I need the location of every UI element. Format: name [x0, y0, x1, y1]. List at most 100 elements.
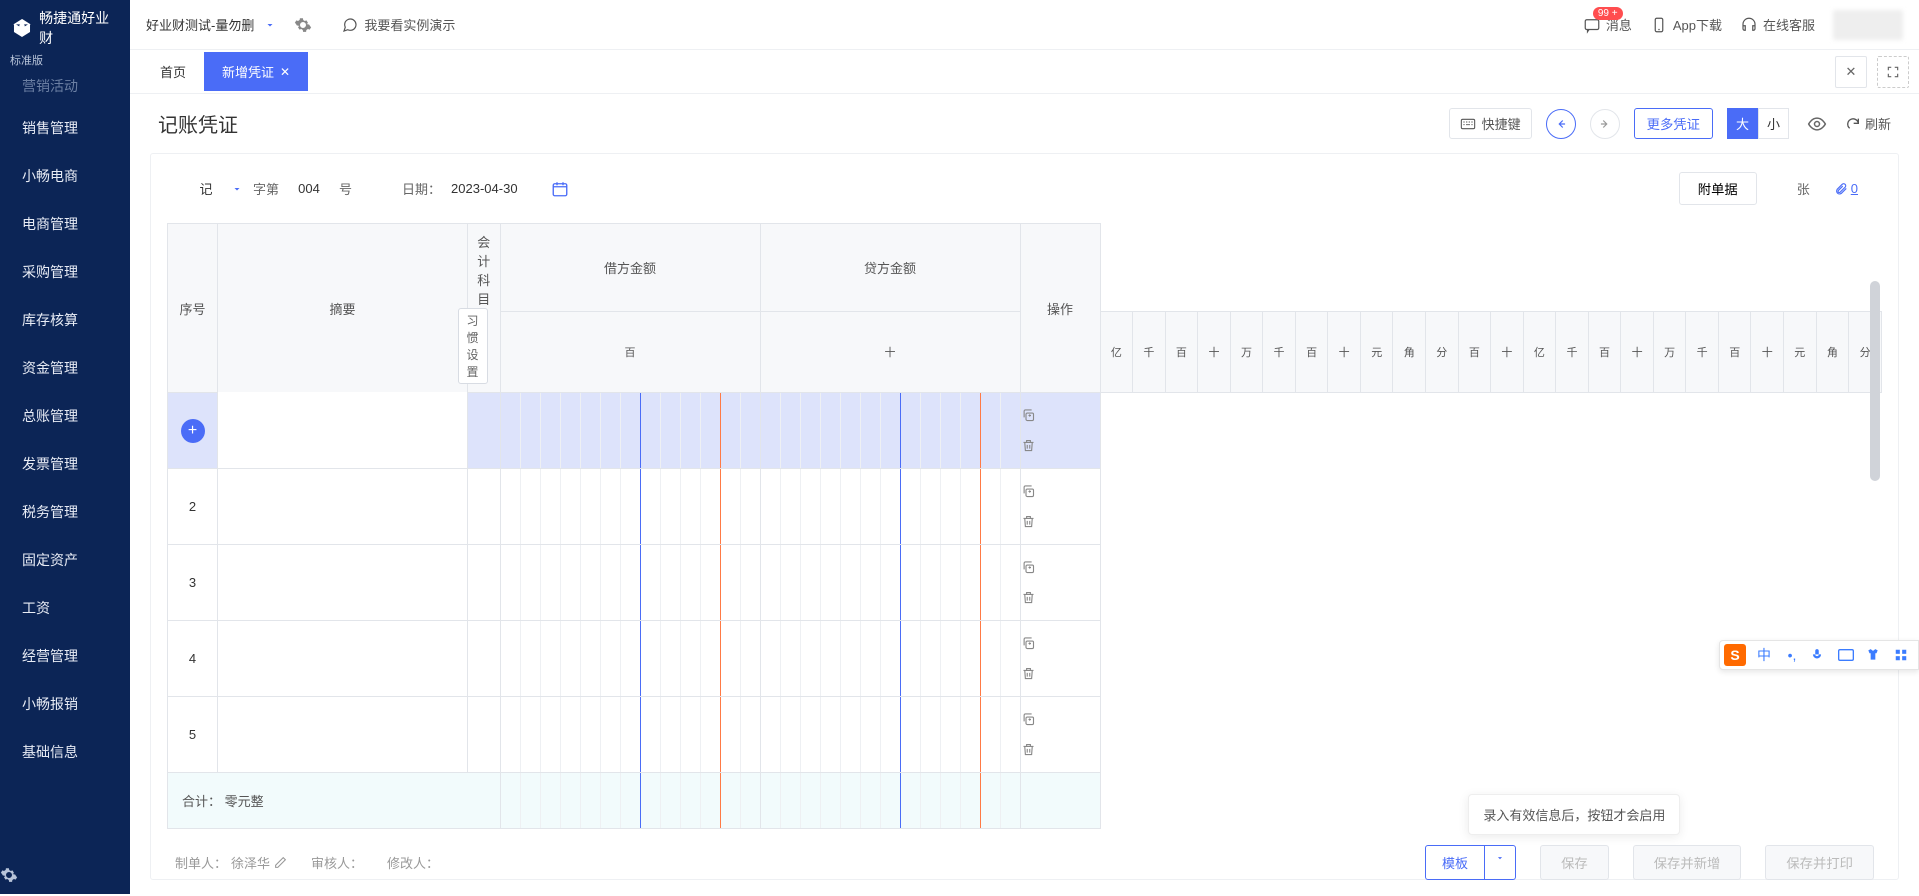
table-row[interactable]: 2: [168, 469, 1882, 545]
ime-keyboard-icon[interactable]: [1838, 649, 1858, 661]
template-button[interactable]: 模板: [1425, 845, 1516, 880]
ime-mic-icon[interactable]: [1810, 648, 1830, 662]
habit-settings-button[interactable]: 习惯设置: [458, 308, 488, 384]
edit-icon[interactable]: [274, 856, 287, 869]
copy-row-icon[interactable]: [1021, 712, 1100, 727]
settings-icon[interactable]: [294, 16, 312, 34]
chevron-down-icon[interactable]: [1484, 846, 1515, 879]
nav-item-reimburse[interactable]: 小畅报销: [0, 680, 130, 728]
tab-new-voucher[interactable]: 新增凭证 ✕: [204, 52, 308, 91]
close-icon[interactable]: ✕: [280, 65, 290, 79]
refresh-icon: [1845, 116, 1861, 132]
messages-button[interactable]: 99 + 消息: [1583, 15, 1632, 34]
view-button[interactable]: [1803, 110, 1831, 138]
copy-row-icon[interactable]: [1021, 636, 1100, 651]
user-avatar[interactable]: [1833, 10, 1903, 40]
sidebar-settings[interactable]: [0, 856, 130, 894]
delete-row-icon[interactable]: [1021, 514, 1100, 529]
nav-item-assets[interactable]: 固定资产: [0, 536, 130, 584]
close-tab-button[interactable]: ✕: [1835, 56, 1867, 88]
nav-item-salary[interactable]: 工资: [0, 584, 130, 632]
attach-button[interactable]: 附单据: [1679, 172, 1757, 205]
subject-cell[interactable]: [468, 545, 501, 621]
delete-row-icon[interactable]: [1021, 742, 1100, 757]
debit-cell[interactable]: [500, 393, 760, 469]
summary-cell[interactable]: [218, 621, 468, 697]
ime-grid-icon[interactable]: [1894, 648, 1914, 662]
next-button[interactable]: [1590, 109, 1620, 139]
summary-cell[interactable]: [218, 469, 468, 545]
subject-cell[interactable]: [468, 393, 501, 469]
arrow-right-icon: [1598, 117, 1612, 131]
refresh-button[interactable]: 刷新: [1845, 114, 1891, 133]
nav-item-operation[interactable]: 经营管理: [0, 632, 130, 680]
tooltip: 录入有效信息后，按钮才会启用: [1468, 794, 1680, 835]
debit-cell[interactable]: [500, 621, 760, 697]
size-big[interactable]: 大: [1727, 108, 1758, 139]
chevron-down-icon[interactable]: [231, 183, 243, 195]
nav-item-ecommerce[interactable]: 电商管理: [0, 200, 130, 248]
ime-shirt-icon[interactable]: [1866, 648, 1886, 662]
credit-cell[interactable]: [760, 393, 1020, 469]
copy-row-icon[interactable]: [1021, 560, 1100, 575]
download-button[interactable]: App下载: [1650, 15, 1722, 34]
nav-item-invoice[interactable]: 发票管理: [0, 440, 130, 488]
ime-toolbar[interactable]: S 中 •,: [1719, 640, 1919, 670]
summary-cell[interactable]: [218, 393, 468, 469]
nav-item-funds[interactable]: 资金管理: [0, 344, 130, 392]
voucher-date[interactable]: 2023-04-30: [451, 181, 541, 196]
org-selector[interactable]: 好业财测试-量勿删: [146, 15, 276, 34]
download-label: App下载: [1673, 15, 1722, 34]
shortcut-button[interactable]: 快捷键: [1449, 108, 1532, 139]
summary-cell[interactable]: [218, 545, 468, 621]
th-subject: 会计科目 习惯设置: [468, 224, 501, 393]
fullscreen-button[interactable]: [1877, 56, 1909, 88]
tab-home[interactable]: 首页: [142, 52, 204, 91]
credit-cell[interactable]: [760, 545, 1020, 621]
credit-cell[interactable]: [760, 621, 1020, 697]
nav-item-basic[interactable]: 基础信息: [0, 728, 130, 776]
prev-button[interactable]: [1546, 109, 1576, 139]
debit-cell[interactable]: [500, 469, 760, 545]
voucher-type[interactable]: 记: [191, 177, 221, 201]
arrow-left-icon: [1554, 117, 1568, 131]
summary-input[interactable]: [218, 392, 467, 467]
calendar-icon[interactable]: [551, 180, 569, 198]
nav-item-inventory[interactable]: 库存核算: [0, 296, 130, 344]
nav-item-tax[interactable]: 税务管理: [0, 488, 130, 536]
scrollbar[interactable]: [1870, 281, 1880, 481]
more-vouchers-button[interactable]: 更多凭证: [1634, 108, 1713, 139]
ime-punct-icon[interactable]: •,: [1782, 647, 1802, 663]
subject-cell[interactable]: [468, 621, 501, 697]
delete-row-icon[interactable]: [1021, 666, 1100, 681]
summary-cell[interactable]: [218, 697, 468, 773]
copy-row-icon[interactable]: [1021, 484, 1100, 499]
subject-cell[interactable]: [468, 697, 501, 773]
nav-item-ecommerce-xc[interactable]: 小畅电商: [0, 152, 130, 200]
size-small[interactable]: 小: [1758, 108, 1789, 139]
subject-cell[interactable]: [468, 469, 501, 545]
attachment-link[interactable]: 0: [1834, 181, 1858, 196]
table-row[interactable]: 5: [168, 697, 1882, 773]
demo-link[interactable]: 我要看实例演示: [342, 15, 455, 34]
digit-header: 万: [1653, 312, 1686, 393]
table-row[interactable]: +: [168, 393, 1882, 469]
table-row[interactable]: 3: [168, 545, 1882, 621]
ime-lang[interactable]: 中: [1754, 645, 1774, 665]
delete-row-icon[interactable]: [1021, 438, 1100, 453]
credit-cell[interactable]: [760, 469, 1020, 545]
digit-header: 亿: [1523, 312, 1556, 393]
delete-row-icon[interactable]: [1021, 590, 1100, 605]
voucher-number[interactable]: 004: [289, 181, 329, 196]
add-row-button[interactable]: +: [181, 419, 205, 443]
nav-item-purchase[interactable]: 采购管理: [0, 248, 130, 296]
nav-item-sales[interactable]: 销售管理: [0, 104, 130, 152]
debit-cell[interactable]: [500, 697, 760, 773]
service-button[interactable]: 在线客服: [1740, 15, 1815, 34]
nav-item-ledger[interactable]: 总账管理: [0, 392, 130, 440]
credit-cell[interactable]: [760, 697, 1020, 773]
debit-cell[interactable]: [500, 545, 760, 621]
nav-item-0[interactable]: 营销活动: [0, 74, 130, 104]
copy-row-icon[interactable]: [1021, 408, 1100, 423]
table-row[interactable]: 4: [168, 621, 1882, 697]
